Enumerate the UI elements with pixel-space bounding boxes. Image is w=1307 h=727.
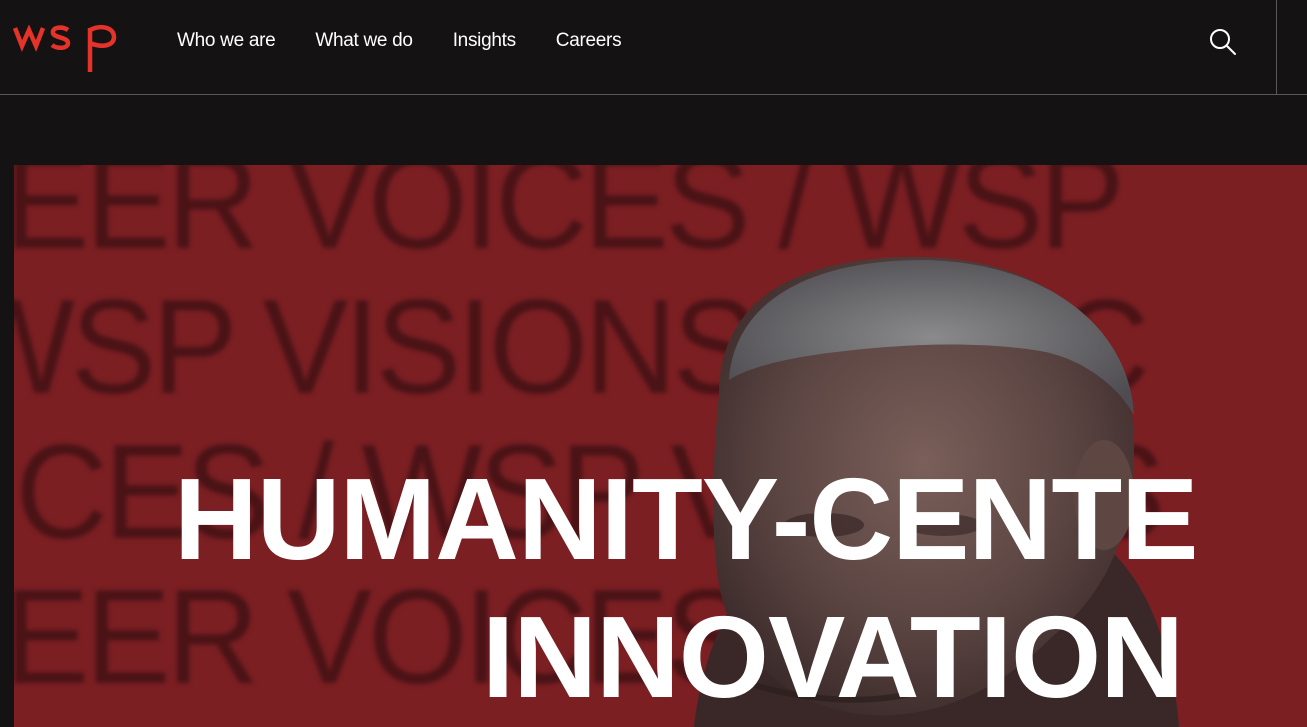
nav-item-careers[interactable]: Careers (556, 29, 622, 53)
site-header: Who we are What we do Insights Careers (0, 0, 1307, 95)
nav-item-who-we-are[interactable]: Who we are (177, 29, 276, 53)
main-nav: Who we are What we do Insights Careers (177, 29, 661, 53)
search-button[interactable] (1207, 26, 1239, 58)
wsp-logo-mark (12, 24, 117, 72)
search-icon (1210, 29, 1236, 55)
hero-headline-line-2: INNOVATION (482, 592, 1184, 722)
hero-banner: EER VOICES / WSP WSP VISIONS / VOIC ICES… (14, 165, 1307, 727)
header-divider (1276, 0, 1277, 94)
nav-item-insights[interactable]: Insights (453, 29, 516, 53)
hero-headline-line-1: HUMANITY-CENTE (174, 454, 1199, 584)
nav-item-what-we-do[interactable]: What we do (315, 29, 413, 53)
wsp-logo[interactable] (12, 18, 124, 74)
